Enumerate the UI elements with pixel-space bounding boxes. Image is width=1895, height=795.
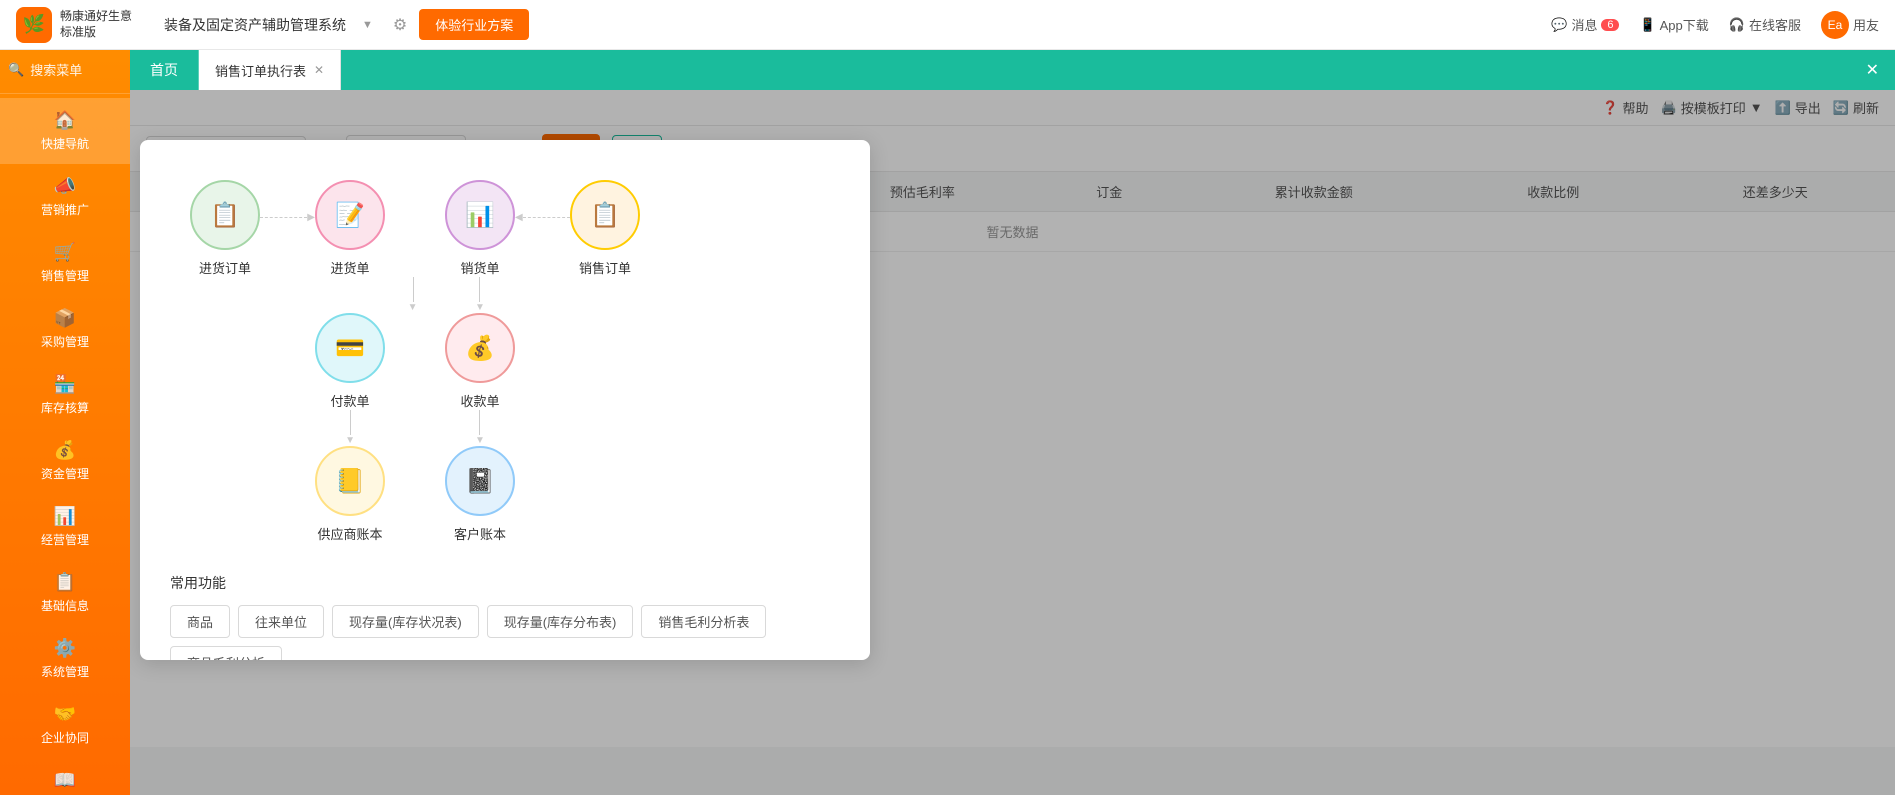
sys-mgmt-icon: ⚙️: [54, 638, 76, 659]
sales-order-circle: 📋: [570, 180, 640, 250]
sidebar-item-inventory[interactable]: 🏪 库存核算: [0, 362, 130, 428]
sidebar-item-sys-mgmt[interactable]: ⚙️ 系统管理: [0, 626, 130, 692]
sidebar-item-marketing[interactable]: 📣 营销推广: [0, 164, 130, 230]
payment-circle: 💳: [315, 313, 385, 383]
customer-ledger-circle: 📓: [445, 446, 515, 516]
operations-icon: 📊: [54, 506, 76, 527]
flow-node-customer-ledger[interactable]: 📓 客户账本: [445, 446, 515, 543]
flow-node-receipt[interactable]: 💰 收款单: [445, 313, 515, 410]
user-item[interactable]: Ea 用友: [1821, 11, 1879, 39]
purchase-order-circle: 📋: [190, 180, 260, 250]
common-functions-section: 常用功能 商品 往来单位 现存量(库存状况表) 现存量(库存分布表) 销售毛利分…: [170, 573, 840, 660]
finance-icon: 💰: [54, 440, 76, 461]
logo-icon: 🌿: [16, 7, 52, 43]
message-icon: 💬: [1551, 17, 1567, 33]
system-name: 装备及固定资产辅助管理系统: [164, 15, 346, 35]
sales-icon: 🛒: [54, 242, 76, 263]
tab-bar: 首页 销售订单执行表 ✕ ✕: [130, 50, 1895, 90]
func-buttons-row1: 商品 往来单位 现存量(库存状况表) 现存量(库存分布表) 销售毛利分析表 商品…: [170, 605, 840, 660]
flow-node-sales-order[interactable]: 📋 销售订单: [570, 180, 640, 277]
func-btn-partners[interactable]: 往来单位: [238, 605, 324, 638]
online-service-item[interactable]: 🎧 在线客服: [1729, 15, 1801, 34]
sidebar-item-purchase[interactable]: 📦 采购管理: [0, 296, 130, 362]
modal-overlay[interactable]: 📋 进货订单 ▶: [130, 90, 1895, 795]
receipt-circle: 💰: [445, 313, 515, 383]
try-btn[interactable]: 体验行业方案: [419, 9, 529, 40]
func-btn-sales-gross[interactable]: 销售毛利分析表: [641, 605, 766, 638]
sidebar-item-sales[interactable]: 🛒 销售管理: [0, 230, 130, 296]
message-item[interactable]: 💬 消息 6: [1551, 15, 1619, 34]
common-functions-title: 常用功能: [170, 573, 840, 593]
logo-text: 畅康通好生意 标准版: [60, 9, 132, 40]
flow-node-purchase-order[interactable]: 📋 进货订单: [190, 180, 260, 277]
purchase-icon: 📦: [54, 308, 76, 329]
app-download-item[interactable]: 📱 App下载: [1639, 15, 1708, 34]
sidebar-item-enterprise[interactable]: 🤝 企业协同: [0, 692, 130, 758]
func-btn-goods[interactable]: 商品: [170, 605, 230, 638]
sidebar-item-finance[interactable]: 💰 资金管理: [0, 428, 130, 494]
purchase-circle: 📝: [315, 180, 385, 250]
settings-gear-icon[interactable]: ⚙: [393, 15, 407, 35]
modal: 📋 进货订单 ▶: [140, 140, 870, 660]
search-icon: 🔍: [8, 62, 24, 78]
inventory-icon: 🏪: [54, 374, 76, 395]
sales-bill-circle: 📊: [445, 180, 515, 250]
basic-info-icon: 📋: [54, 572, 76, 593]
tab-close-icon[interactable]: ✕: [314, 63, 324, 77]
sidebar-search[interactable]: 🔍 搜索菜单: [0, 50, 130, 89]
headset-icon: 🎧: [1729, 17, 1745, 33]
tab-home[interactable]: 首页: [130, 50, 199, 90]
user-avatar: Ea: [1821, 11, 1849, 39]
guide-icon: 📖: [54, 770, 76, 791]
flow-node-purchase[interactable]: 📝 进货单: [315, 180, 385, 277]
tab-sales-order[interactable]: 销售订单执行表 ✕: [199, 50, 341, 90]
func-btn-goods-gross[interactable]: 商品毛利分析: [170, 646, 282, 660]
func-btn-stock-distribution[interactable]: 现存量(库存分布表): [487, 605, 634, 638]
func-btn-stock-status[interactable]: 现存量(库存状况表): [332, 605, 479, 638]
sidebar-item-basic-info[interactable]: 📋 基础信息: [0, 560, 130, 626]
sidebar-item-operations[interactable]: 📊 经营管理: [0, 494, 130, 560]
flow-node-payment[interactable]: 💳 付款单: [315, 313, 385, 410]
flow-node-sales-bill[interactable]: 📊 销货单: [445, 180, 515, 277]
message-badge: 6: [1601, 19, 1619, 31]
sidebar-item-quick-nav[interactable]: 🏠 快捷导航: [0, 98, 130, 164]
marketing-icon: 📣: [54, 176, 76, 197]
phone-icon: 📱: [1639, 17, 1655, 33]
home-icon: 🏠: [54, 110, 76, 131]
system-dropdown-icon[interactable]: ▼: [362, 19, 373, 31]
tab-bar-maximize[interactable]: ✕: [1850, 50, 1895, 90]
supplier-ledger-circle: 📒: [315, 446, 385, 516]
flow-node-supplier-ledger[interactable]: 📒 供应商账本: [315, 446, 385, 543]
enterprise-icon: 🤝: [54, 704, 76, 725]
sidebar-item-guide[interactable]: 📖 新手引导: [0, 758, 130, 795]
